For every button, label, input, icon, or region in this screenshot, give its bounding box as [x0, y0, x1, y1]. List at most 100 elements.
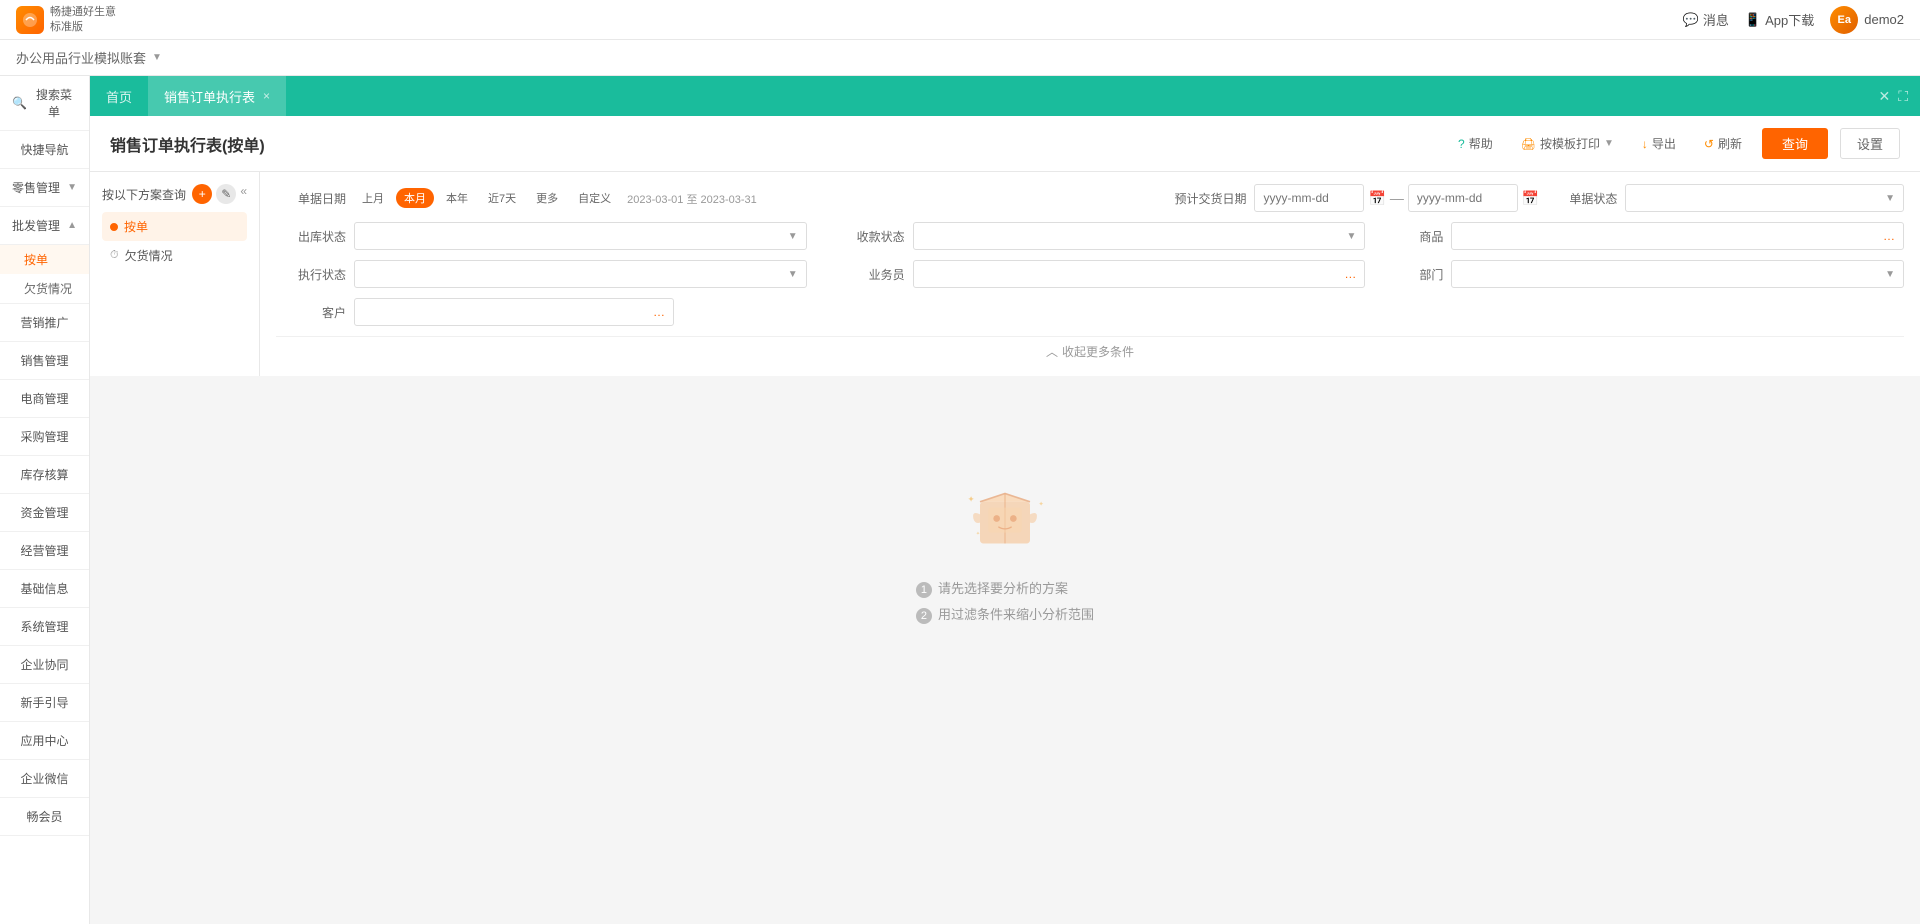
goods-field[interactable]: …: [1451, 222, 1904, 250]
filter-left-title: 按以下方案查询 + ✎ «: [102, 184, 247, 204]
tab-active[interactable]: 销售订单执行表 ×: [148, 76, 286, 116]
refresh-button[interactable]: ↺ 刷新: [1696, 131, 1750, 156]
svg-text:✦: ✦: [1038, 500, 1044, 508]
main-layout: 🔍 搜索菜单 快捷导航 零售管理 ▼ 批发管理 ▲ 按单 欠货情况 营销推广 销…: [0, 76, 1920, 924]
time-icon: ⏱: [110, 249, 119, 262]
exec-select[interactable]: ▼: [354, 260, 807, 288]
dropdown-bar-title[interactable]: 办公用品行业模拟账套 ▼: [16, 48, 162, 67]
app-download-button[interactable]: 📱 App下载: [1745, 10, 1814, 29]
collapse-filter-button[interactable]: ︿ 收起更多条件: [276, 336, 1904, 364]
date-tag-current-month[interactable]: 本月: [396, 188, 434, 208]
print-chevron-icon: ▼: [1604, 138, 1614, 149]
content-area: 首页 销售订单执行表 × ✕ ⛶ 销售订单执行表(按单) ? 帮助: [90, 76, 1920, 924]
sidebar-search[interactable]: 🔍 搜索菜单: [0, 76, 89, 131]
tabs-bar: 首页 销售订单执行表 × ✕ ⛶: [90, 76, 1920, 116]
tab-close-icon[interactable]: ×: [263, 89, 270, 103]
top-header: 畅捷通好生意 标准版 💬 消息 📱 App下载 Ea demo2: [0, 0, 1920, 40]
message-button[interactable]: 💬 消息: [1683, 10, 1729, 29]
date-sep: —: [1390, 190, 1404, 206]
sidebar-item-appcenter[interactable]: 应用中心: [0, 722, 89, 760]
tabs-right: ✕ ⛶: [1878, 88, 1920, 105]
query-button[interactable]: 查询: [1762, 128, 1828, 159]
status-label: 单据状态: [1547, 190, 1617, 207]
sidebar-item-operations[interactable]: 经营管理: [0, 532, 89, 570]
help-button[interactable]: ? 帮助: [1450, 131, 1501, 156]
sidebar-quick-nav[interactable]: 快捷导航: [0, 131, 89, 169]
status-select[interactable]: ▼: [1625, 184, 1904, 212]
page-title: 销售订单执行表(按单): [110, 132, 265, 156]
refresh-icon: ↺: [1704, 137, 1714, 151]
date-tag-7days[interactable]: 近7天: [480, 188, 524, 208]
export-button[interactable]: ↓ 导出: [1634, 131, 1684, 156]
sidebar-item-basic[interactable]: 基础信息: [0, 570, 89, 608]
goods-label: 商品: [1373, 228, 1443, 245]
salesman-more-icon: …: [1344, 267, 1356, 281]
predicted-date-end[interactable]: [1408, 184, 1518, 212]
scheme-item-shortage[interactable]: ⏱ 欠货情况: [102, 241, 247, 270]
sidebar-item-wholesale[interactable]: 批发管理 ▲: [0, 207, 89, 245]
scheme-item-single[interactable]: 按单: [102, 212, 247, 241]
date-tag-prev-month[interactable]: 上月: [354, 188, 392, 208]
goods-more-icon: …: [1883, 229, 1895, 243]
predicted-date-start[interactable]: [1254, 184, 1364, 212]
filter-row-2: 出库状态 ▼ 收款状态 ▼ 商品 …: [276, 222, 1904, 250]
sidebar-item-purchase[interactable]: 采购管理: [0, 418, 89, 456]
dept-select[interactable]: ▼: [1451, 260, 1904, 288]
app-logo-icon: [16, 6, 44, 34]
sidebar-item-sales[interactable]: 销售管理: [0, 342, 89, 380]
filter-row-3: 执行状态 ▼ 业务员 … 部门 ▼: [276, 260, 1904, 288]
date-tag-current-year[interactable]: 本年: [438, 188, 476, 208]
sidebar-item-marketing[interactable]: 营销推广: [0, 303, 89, 342]
receipt-select[interactable]: ▼: [913, 222, 1366, 250]
empty-tip-2: 用过滤条件来缩小分析范围: [916, 602, 1094, 628]
sidebar-item-member[interactable]: 畅会员: [0, 798, 89, 836]
tab-home[interactable]: 首页: [90, 76, 148, 116]
edit-scheme-button[interactable]: ✎: [216, 184, 236, 204]
exec-chevron-icon: ▼: [788, 269, 798, 280]
sidebar-item-wechat[interactable]: 企业微信: [0, 760, 89, 798]
message-icon: 💬: [1683, 12, 1699, 28]
sidebar-subitem-按单[interactable]: 按单: [0, 245, 89, 274]
sidebar-item-finance[interactable]: 资金管理: [0, 494, 89, 532]
print-button[interactable]: 🖨 按模板打印 ▼: [1513, 131, 1622, 156]
dept-label: 部门: [1373, 266, 1443, 283]
search-icon: 🔍: [12, 96, 27, 110]
empty-tip-1: 请先选择要分析的方案: [916, 576, 1094, 602]
customer-field[interactable]: …: [354, 298, 674, 326]
settings-button[interactable]: 设置: [1840, 128, 1900, 159]
page-content: 销售订单执行表(按单) ? 帮助 🖨 按模板打印 ▼ ↓ 导出: [90, 116, 1920, 924]
salesman-field[interactable]: …: [913, 260, 1366, 288]
warehouse-chevron-icon: ▼: [788, 231, 798, 242]
sidebar: 🔍 搜索菜单 快捷导航 零售管理 ▼ 批发管理 ▲ 按单 欠货情况 营销推广 销…: [0, 76, 90, 924]
predicted-date-range: 📅 — 📅: [1254, 184, 1539, 212]
salesman-label: 业务员: [815, 266, 905, 283]
date-tag-more[interactable]: 更多: [528, 188, 566, 208]
predicted-date-label: 预计交货日期: [1156, 190, 1246, 207]
date-tag-custom[interactable]: 自定义: [570, 188, 619, 208]
add-scheme-button[interactable]: +: [192, 184, 212, 204]
sidebar-item-newuser[interactable]: 新手引导: [0, 684, 89, 722]
user-area[interactable]: Ea demo2: [1830, 6, 1904, 34]
receipt-label: 收款状态: [815, 228, 905, 245]
warehouse-select[interactable]: ▼: [354, 222, 807, 250]
status-chevron-icon: ▼: [1885, 193, 1895, 204]
logo-area: 畅捷通好生意 标准版: [16, 5, 116, 34]
sidebar-item-ecommerce[interactable]: 电商管理: [0, 380, 89, 418]
help-icon: ?: [1458, 137, 1465, 151]
page-header: 销售订单执行表(按单) ? 帮助 🖨 按模板打印 ▼ ↓ 导出: [90, 116, 1920, 172]
filter-row-1: 单据日期 上月 本月 本年 近7天 更多 自定义 2023-03-01 至 20…: [276, 184, 1904, 212]
sidebar-item-retail[interactable]: 零售管理 ▼: [0, 169, 89, 207]
window-maximize-icon[interactable]: ⛶: [1898, 88, 1908, 105]
sidebar-subitem-欠货情况[interactable]: 欠货情况: [0, 274, 89, 303]
collapse-up-icon: ︿: [1046, 343, 1058, 360]
filter-left-panel: 按以下方案查询 + ✎ « 按单 ⏱ 欠货情况: [90, 172, 260, 376]
sidebar-item-enterprise[interactable]: 企业协同: [0, 646, 89, 684]
filter-form: 单据日期 上月 本月 本年 近7天 更多 自定义 2023-03-01 至 20…: [260, 172, 1920, 376]
warehouse-label: 出库状态: [276, 228, 346, 245]
sidebar-item-system[interactable]: 系统管理: [0, 608, 89, 646]
sidebar-item-inventory[interactable]: 库存核算: [0, 456, 89, 494]
collapse-panel-button[interactable]: «: [240, 184, 247, 204]
window-close-icon[interactable]: ✕: [1878, 88, 1890, 105]
avatar: Ea: [1830, 6, 1858, 34]
calendar-end-icon: 📅: [1522, 190, 1539, 207]
